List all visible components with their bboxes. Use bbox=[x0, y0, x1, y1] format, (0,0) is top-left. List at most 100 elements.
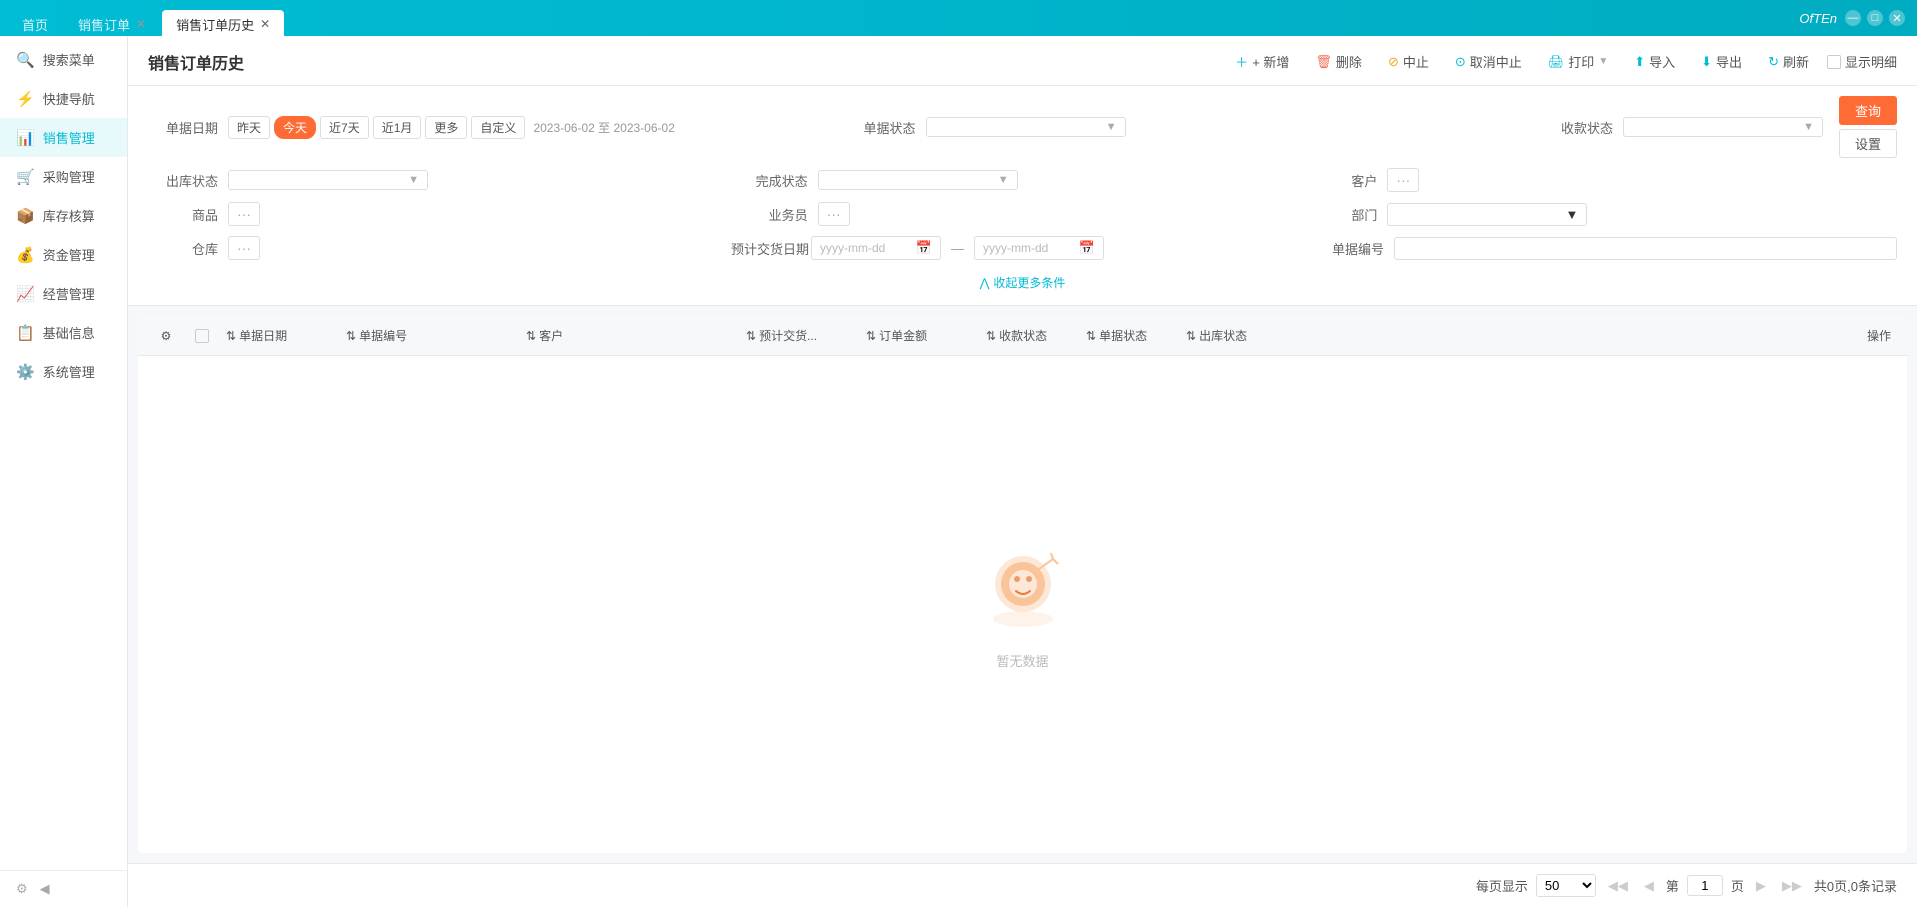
th-order-status[interactable]: ⇅ 单据状态 bbox=[1078, 327, 1178, 344]
print-button[interactable]: 🖨 打印 ▼ bbox=[1540, 48, 1616, 75]
last-page-button[interactable]: ▶▶ bbox=[1778, 876, 1806, 896]
th-order-no[interactable]: ⇅ 单据编号 bbox=[338, 327, 518, 344]
th-customer[interactable]: ⇅ 客户 bbox=[518, 327, 738, 344]
close-window-button[interactable]: ✕ bbox=[1889, 10, 1905, 26]
sidebar-icon-basic-info: 📋 bbox=[16, 324, 35, 342]
sidebar-item-inventory-check[interactable]: 📦库存核算 bbox=[0, 196, 127, 235]
collapse-sidebar-icon[interactable]: ◀ bbox=[40, 881, 50, 897]
table-area: ⚙ ⇅ 单据日期 ⇅ 单据编号 ⇅ 客户 ⇅ bbox=[138, 316, 1907, 853]
pagination: 每页显示 50 10 20 100 ◀◀ ◀ 第 页 ▶ ▶▶ 共0页,0条记录 bbox=[128, 863, 1917, 907]
first-page-button[interactable]: ◀◀ bbox=[1604, 876, 1632, 896]
sidebar-item-quick-nav[interactable]: ⚡快捷导航 bbox=[0, 79, 127, 118]
sidebar-label-system-mgmt: 系统管理 bbox=[43, 362, 95, 381]
gear-icon[interactable]: ⚙ bbox=[161, 329, 172, 343]
page-header: 销售订单历史 ＋ + 新增 🗑 删除 ⊘ 中止 ⊙ bbox=[128, 36, 1917, 86]
delete-button[interactable]: 🗑 删除 bbox=[1307, 48, 1370, 75]
sales-person-ellipsis[interactable]: ··· bbox=[818, 202, 850, 226]
sidebar-item-search-menu[interactable]: 🔍搜索菜单 bbox=[0, 40, 127, 79]
show-detail-label[interactable]: 显示明细 bbox=[1827, 52, 1897, 71]
order-no-input[interactable] bbox=[1394, 237, 1897, 260]
date-range-text: 2023-06-02 至 2023-06-02 bbox=[533, 119, 674, 136]
sidebar-bottom: ⚙ ◀ bbox=[0, 870, 127, 907]
receipt-status-select[interactable]: ▼ bbox=[1623, 117, 1823, 137]
select-all-checkbox[interactable] bbox=[195, 329, 209, 343]
main-layout: 🔍搜索菜单⚡快捷导航📊销售管理🛒采购管理📦库存核算 💰 资金管理 📈经营管理📋基础信息… bbox=[0, 36, 1917, 907]
export-icon: ⬇ bbox=[1701, 54, 1712, 70]
tab-close-sales-order-history[interactable]: ✕ bbox=[260, 18, 270, 30]
minimize-button[interactable]: — bbox=[1845, 10, 1861, 26]
th-date[interactable]: ⇅ 单据日期 bbox=[218, 327, 338, 344]
date-btn-7days[interactable]: 近7天 bbox=[320, 116, 369, 139]
receipt-status-label: 收款状态 bbox=[1543, 118, 1623, 137]
date-btn-yesterday[interactable]: 昨天 bbox=[228, 116, 270, 139]
cancel-stop-button[interactable]: ⊙ 取消中止 bbox=[1447, 48, 1530, 75]
date-separator: — bbox=[945, 241, 970, 256]
tab-sales-order-history[interactable]: 销售订单历史✕ bbox=[162, 10, 284, 38]
show-detail-checkbox[interactable] bbox=[1827, 55, 1841, 69]
current-page-input[interactable] bbox=[1687, 875, 1723, 896]
date-btn-more[interactable]: 更多 bbox=[425, 116, 467, 139]
product-label: 商品 bbox=[148, 205, 228, 224]
tab-sales-order[interactable]: 销售订单✕ bbox=[64, 10, 160, 38]
date-btn-today[interactable]: 今天 bbox=[274, 116, 316, 139]
delivery-date-from[interactable]: yyyy-mm-dd 📅 bbox=[811, 236, 941, 260]
sidebar-item-business-mgmt[interactable]: 📈经营管理 bbox=[0, 274, 127, 313]
tab-home[interactable]: 首页 bbox=[8, 10, 62, 38]
delivery-date-control: yyyy-mm-dd 📅 — yyyy-mm-dd 📅 bbox=[811, 236, 1314, 260]
th-amount[interactable]: ⇅ 订单金额 bbox=[858, 327, 978, 344]
new-button[interactable]: ＋ + 新增 bbox=[1227, 48, 1297, 75]
maximize-button[interactable]: □ bbox=[1867, 10, 1883, 26]
dept-chevron: ▼ bbox=[1565, 207, 1578, 222]
page-title-row: 销售订单历史 ＋ + 新增 🗑 删除 ⊘ 中止 ⊙ bbox=[148, 48, 1897, 75]
date-btn-custom[interactable]: 自定义 bbox=[471, 116, 525, 139]
prev-page-button[interactable]: ◀ bbox=[1640, 876, 1658, 896]
customer-label: 客户 bbox=[1327, 171, 1387, 190]
sidebar-item-sales-mgmt[interactable]: 📊销售管理 bbox=[0, 118, 127, 157]
sidebar-label-purchase-mgmt: 采购管理 bbox=[43, 167, 95, 186]
empty-illustration bbox=[973, 539, 1073, 639]
refresh-icon: ↻ bbox=[1768, 54, 1779, 70]
settings-icon[interactable]: ⚙ bbox=[16, 881, 28, 897]
th-operation: 操作 bbox=[1278, 327, 1899, 344]
export-button[interactable]: ⬇ 导出 bbox=[1693, 48, 1750, 75]
tab-close-sales-order[interactable]: ✕ bbox=[136, 18, 146, 30]
date-btn-1month[interactable]: 近1月 bbox=[373, 116, 422, 139]
sidebar-item-purchase-mgmt[interactable]: 🛒采购管理 bbox=[0, 157, 127, 196]
th-receipt-status[interactable]: ⇅ 收款状态 bbox=[978, 327, 1078, 344]
dept-label: 部门 bbox=[1327, 205, 1387, 224]
per-page-select[interactable]: 50 10 20 100 bbox=[1536, 874, 1596, 897]
total-info: 共0页,0条记录 bbox=[1814, 876, 1897, 895]
th-gear: ⚙ bbox=[146, 329, 186, 343]
settings-button[interactable]: 设置 bbox=[1839, 129, 1897, 158]
sidebar-icon-business-mgmt: 📈 bbox=[16, 285, 35, 303]
complete-status-select[interactable]: ▼ bbox=[818, 170, 1018, 190]
receipt-status-control: ▼ bbox=[1623, 117, 1823, 137]
delivery-date-to[interactable]: yyyy-mm-dd 📅 bbox=[974, 236, 1104, 260]
sidebar-item-capital-mgmt[interactable]: 💰 资金管理 bbox=[0, 235, 127, 274]
top-bar: 首页销售订单✕销售订单历史✕ OfTEn — □ ✕ bbox=[0, 0, 1917, 36]
query-button[interactable]: 查询 bbox=[1839, 96, 1897, 125]
empty-text: 暂无数据 bbox=[996, 651, 1048, 670]
date-quick-btns: 昨天 今天 近7天 近1月 更多 自定义 bbox=[228, 116, 525, 139]
page-label-prefix: 第 bbox=[1666, 876, 1679, 895]
warehouse-label: 仓库 bbox=[148, 239, 228, 258]
product-ellipsis[interactable]: ··· bbox=[228, 202, 260, 226]
sidebar-item-system-mgmt[interactable]: ⚙️系统管理 bbox=[0, 352, 127, 391]
collapse-button[interactable]: ⋀ 收起更多条件 bbox=[148, 270, 1897, 295]
refresh-button[interactable]: ↻ 刷新 bbox=[1760, 48, 1817, 75]
dept-select[interactable]: ▼ bbox=[1387, 203, 1587, 226]
warehouse-ellipsis[interactable]: ··· bbox=[228, 236, 260, 260]
sidebar-icon-capital-mgmt: 💰 bbox=[16, 246, 35, 264]
th-out-status[interactable]: ⇅ 出库状态 bbox=[1178, 327, 1278, 344]
order-status-select[interactable]: ▼ bbox=[926, 117, 1126, 137]
sidebar-item-basic-info[interactable]: 📋基础信息 bbox=[0, 313, 127, 352]
next-page-button[interactable]: ▶ bbox=[1752, 876, 1770, 896]
sidebar-icon-inventory-check: 📦 bbox=[16, 207, 35, 225]
out-status-select[interactable]: ▼ bbox=[228, 170, 428, 190]
sidebar-label-capital-mgmt: 资金管理 bbox=[43, 245, 95, 264]
stop-button[interactable]: ⊘ 中止 bbox=[1380, 48, 1437, 75]
import-button[interactable]: ⬆ 导入 bbox=[1626, 48, 1683, 75]
th-delivery[interactable]: ⇅ 预计交货... bbox=[738, 327, 858, 344]
customer-ellipsis[interactable]: ··· bbox=[1387, 168, 1419, 192]
sales-person-label: 业务员 bbox=[738, 205, 818, 224]
